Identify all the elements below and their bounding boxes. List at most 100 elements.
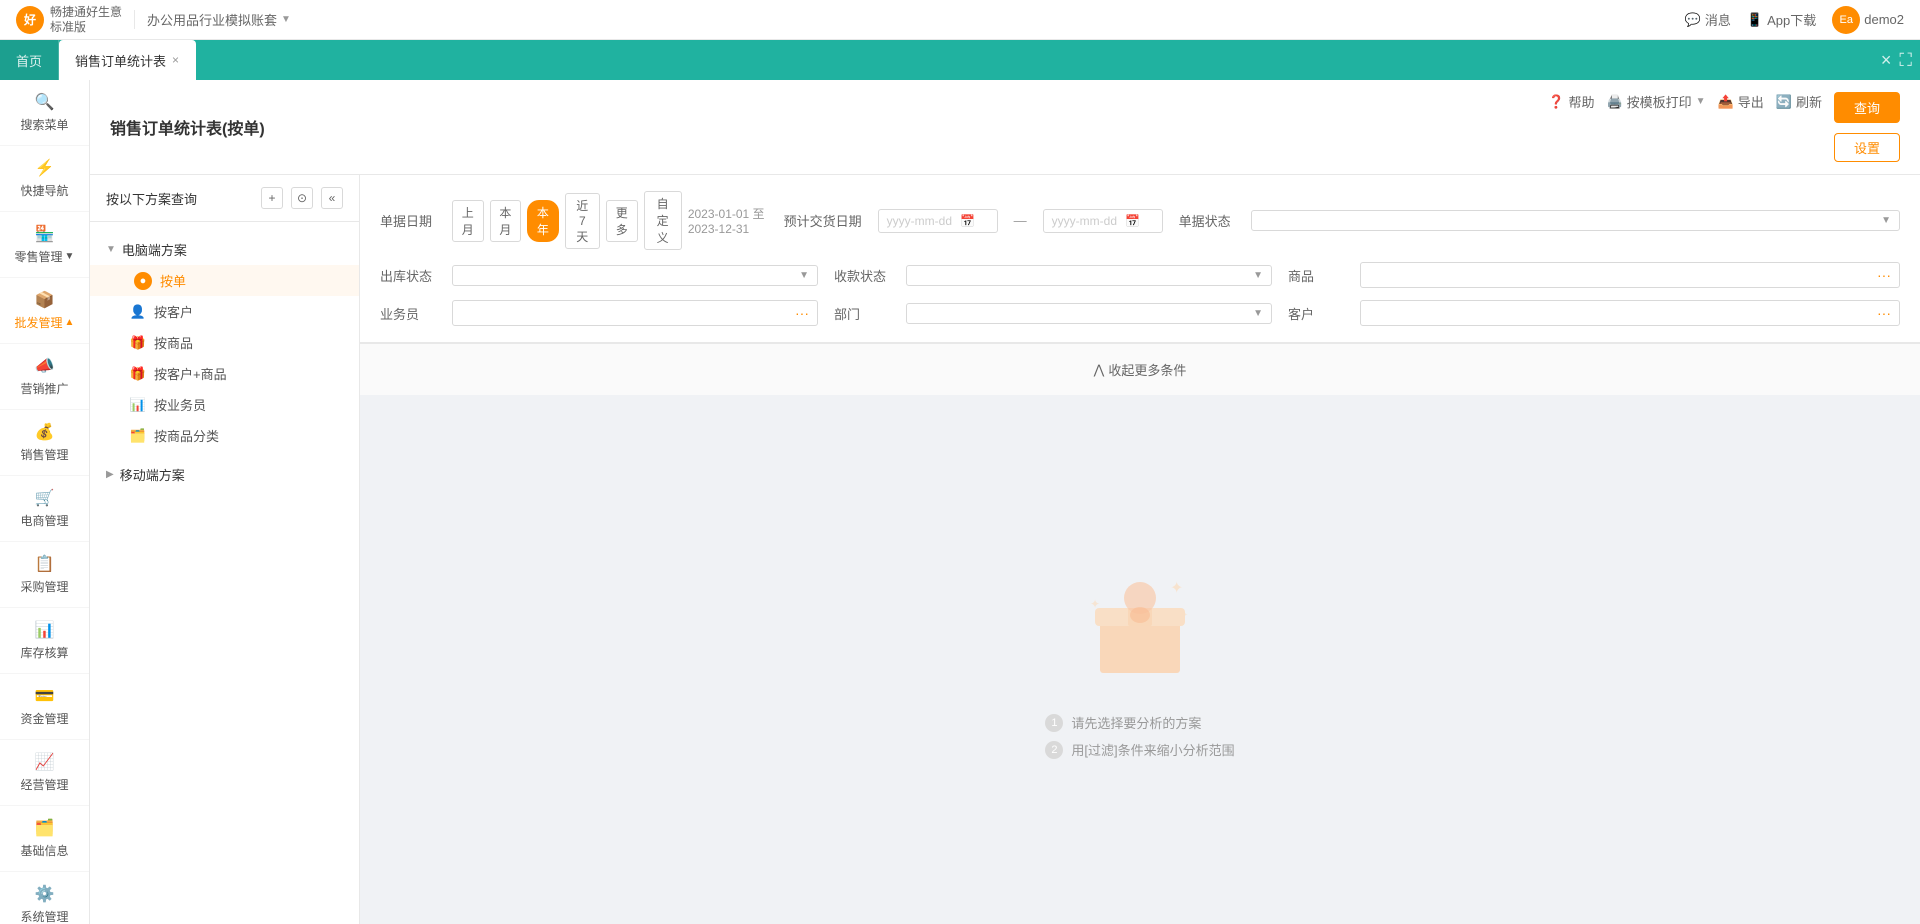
sidebar-item-purchase[interactable]: 📋 采购管理 (0, 542, 89, 608)
date-filter-label: 单据日期 (380, 211, 436, 230)
department-select[interactable]: ▼ (906, 303, 1272, 324)
sidebar-item-inventory[interactable]: 📊 库存核算 (0, 608, 89, 674)
delivery-select[interactable]: ▼ (452, 265, 818, 286)
user-profile[interactable]: Ea demo2 (1832, 6, 1904, 34)
help-btn[interactable]: ❓ 帮助 (1548, 92, 1594, 111)
salesperson-select[interactable]: ··· (452, 300, 818, 326)
date-range-text: 2023-01-01 至 2023-12-31 (688, 205, 768, 236)
shortcuts-icon: ⚡ (35, 158, 55, 178)
sidebar-item-system[interactable]: ⚙️ 系统管理 (0, 872, 89, 924)
sidebar-item-label: 零售管理 ▼ (15, 248, 75, 265)
sidebar-item-sales[interactable]: 💰 销售管理 (0, 410, 89, 476)
sidebar-item-shortcuts[interactable]: ⚡ 快捷导航 (0, 146, 89, 212)
cust-prod-icon: 🎁 (130, 366, 146, 382)
tree-item-by-customer[interactable]: 👤 按客户 (90, 296, 359, 327)
sidebar-item-label: 快捷导航 (20, 182, 68, 199)
logo-icon: 好 (16, 6, 44, 34)
filter-row-delivery: 出库状态 ▼ 收款状态 ▼ 商品 ··· (380, 262, 1900, 288)
tree-item-by-salesperson[interactable]: 📊 按业务员 (90, 389, 359, 420)
print-icon: 🖨️ (1606, 94, 1622, 110)
sidebar-item-wholesale[interactable]: 📦 批发管理 ▲ (0, 278, 89, 344)
tab-close-icon[interactable]: × (172, 53, 179, 67)
customer-select[interactable]: ··· (1360, 300, 1900, 326)
collapse-panel-btn[interactable]: « (321, 187, 343, 209)
app-selector[interactable]: 办公用品行业模拟账套 ▼ (134, 10, 291, 29)
filter-area: 单据日期 上月 本月 本年 近7天 更多 自定义 2023-01-01 至 20… (360, 175, 1920, 343)
tree-item-label: 按单 (160, 271, 186, 290)
collapse-up-icon: ⋀ (1094, 362, 1105, 378)
tab-sales-order[interactable]: 销售订单统计表 × (59, 40, 196, 80)
status-select[interactable]: ▼ (1251, 210, 1900, 231)
payment-select[interactable]: ▼ (906, 265, 1272, 286)
sidebar-item-label: 采购管理 (20, 578, 68, 595)
page-actions: ❓ 帮助 🖨️ 按模板打印 ▼ 📤 导出 🔄 刷新 (1548, 92, 1822, 111)
settings-button[interactable]: 设置 (1834, 133, 1900, 162)
salesperson-label: 业务员 (380, 304, 436, 323)
marketing-icon: 📣 (35, 356, 55, 376)
goods-select[interactable]: ··· (1360, 262, 1900, 288)
status-filter-label: 单据状态 (1179, 211, 1235, 230)
sidebar-item-label: 经营管理 (20, 776, 68, 793)
message-btn[interactable]: 💬 消息 (1685, 10, 1731, 29)
tip-num-1: 1 (1045, 714, 1063, 732)
sidebar-item-label: 资金管理 (20, 710, 68, 727)
operations-icon: 📈 (35, 752, 55, 772)
close-window-icon[interactable]: × (1881, 50, 1892, 71)
left-panel: 按以下方案查询 + ⊙ « (90, 175, 360, 924)
query-button[interactable]: 查询 (1834, 92, 1900, 123)
add-scheme-btn[interactable]: + (261, 187, 283, 209)
sidebar-item-search[interactable]: 🔍 搜索菜单 (0, 80, 89, 146)
more-btn[interactable]: 更多 (606, 200, 638, 242)
svg-text:✦: ✦ (1170, 580, 1183, 597)
goods-filter-label: 商品 (1288, 266, 1344, 285)
sidebar-item-finance[interactable]: 💳 资金管理 (0, 674, 89, 740)
export-icon: 📤 (1718, 94, 1734, 110)
delivery-label: 出库状态 (380, 266, 436, 285)
tree-item-by-category[interactable]: 🗂️ 按商品分类 (90, 420, 359, 451)
tree-item-label: 按客户 (154, 302, 193, 321)
export-btn[interactable]: 📤 导出 (1718, 92, 1764, 111)
print-btn[interactable]: 🖨️ 按模板打印 ▼ (1606, 92, 1705, 111)
tree-item-by-cust-prod[interactable]: 🎁 按客户+商品 (90, 358, 359, 389)
tree-item-label: 按业务员 (154, 395, 206, 414)
scheme-settings-btn[interactable]: ⊙ (291, 187, 313, 209)
sidebar-item-marketing[interactable]: 📣 营销推广 (0, 344, 89, 410)
last7days-btn[interactable]: 近7天 (565, 193, 600, 249)
sidebar-item-basic[interactable]: 🗂️ 基础信息 (0, 806, 89, 872)
fullscreen-icon[interactable]: ⛶ (1899, 50, 1912, 71)
ecommerce-icon: 🛒 (35, 488, 55, 508)
filter-row-date: 单据日期 上月 本月 本年 近7天 更多 自定义 2023-01-01 至 20… (380, 191, 1900, 250)
tree-group-pc-header[interactable]: ▼ 电脑端方案 (90, 234, 359, 265)
collapse-btn[interactable]: ⋀ 收起更多条件 (368, 352, 1912, 387)
app-selector-chevron-icon: ▼ (281, 14, 291, 25)
expected-date-end[interactable]: yyyy-mm-dd 📅 (1043, 209, 1163, 233)
tree-item-by-product[interactable]: 🎁 按商品 (90, 327, 359, 358)
delivery-chevron-icon: ▼ (799, 270, 809, 281)
custom-btn[interactable]: 自定义 (644, 191, 682, 250)
refresh-btn[interactable]: 🔄 刷新 (1776, 92, 1822, 111)
tree-item-by-order[interactable]: ● 按单 (90, 265, 359, 296)
product-icon: 🎁 (130, 335, 146, 351)
app-download-btn[interactable]: 📱 App下载 (1747, 10, 1816, 29)
tab-home[interactable]: 首页 (0, 40, 59, 80)
this-year-btn[interactable]: 本年 (527, 200, 559, 242)
date-placeholder-start: yyyy-mm-dd (887, 214, 952, 228)
tree-item-label: 按商品 (154, 333, 193, 352)
tab-bar-actions: × ⛶ (1873, 40, 1920, 80)
sidebar-item-label: 系统管理 (20, 908, 68, 924)
sidebar-item-ecommerce[interactable]: 🛒 电商管理 (0, 476, 89, 542)
sidebar: 🔍 搜索菜单 ⚡ 快捷导航 🏪 零售管理 ▼ 📦 批发管理 ▲ 📣 营销推广 💰… (0, 80, 90, 924)
payment-label: 收款状态 (834, 266, 890, 285)
sidebar-item-operations[interactable]: 📈 经营管理 (0, 740, 89, 806)
svg-text:✦: ✦ (1090, 597, 1100, 611)
message-icon: 💬 (1685, 12, 1701, 28)
filter-row-salesperson: 业务员 ··· 部门 ▼ 客户 ··· (380, 300, 1900, 326)
logo-area: 好 畅捷通好生意 标准版 (16, 5, 122, 34)
sidebar-item-retail[interactable]: 🏪 零售管理 ▼ (0, 212, 89, 278)
last-month-btn[interactable]: 上月 (452, 200, 484, 242)
expected-date-start[interactable]: yyyy-mm-dd 📅 (878, 209, 998, 233)
this-month-btn[interactable]: 本月 (490, 200, 522, 242)
empty-tip-1: 1 请先选择要分析的方案 (1045, 713, 1234, 732)
status-chevron-icon: ▼ (1881, 215, 1891, 226)
tree-group-mobile-header[interactable]: ▶ 移动端方案 (90, 459, 359, 490)
